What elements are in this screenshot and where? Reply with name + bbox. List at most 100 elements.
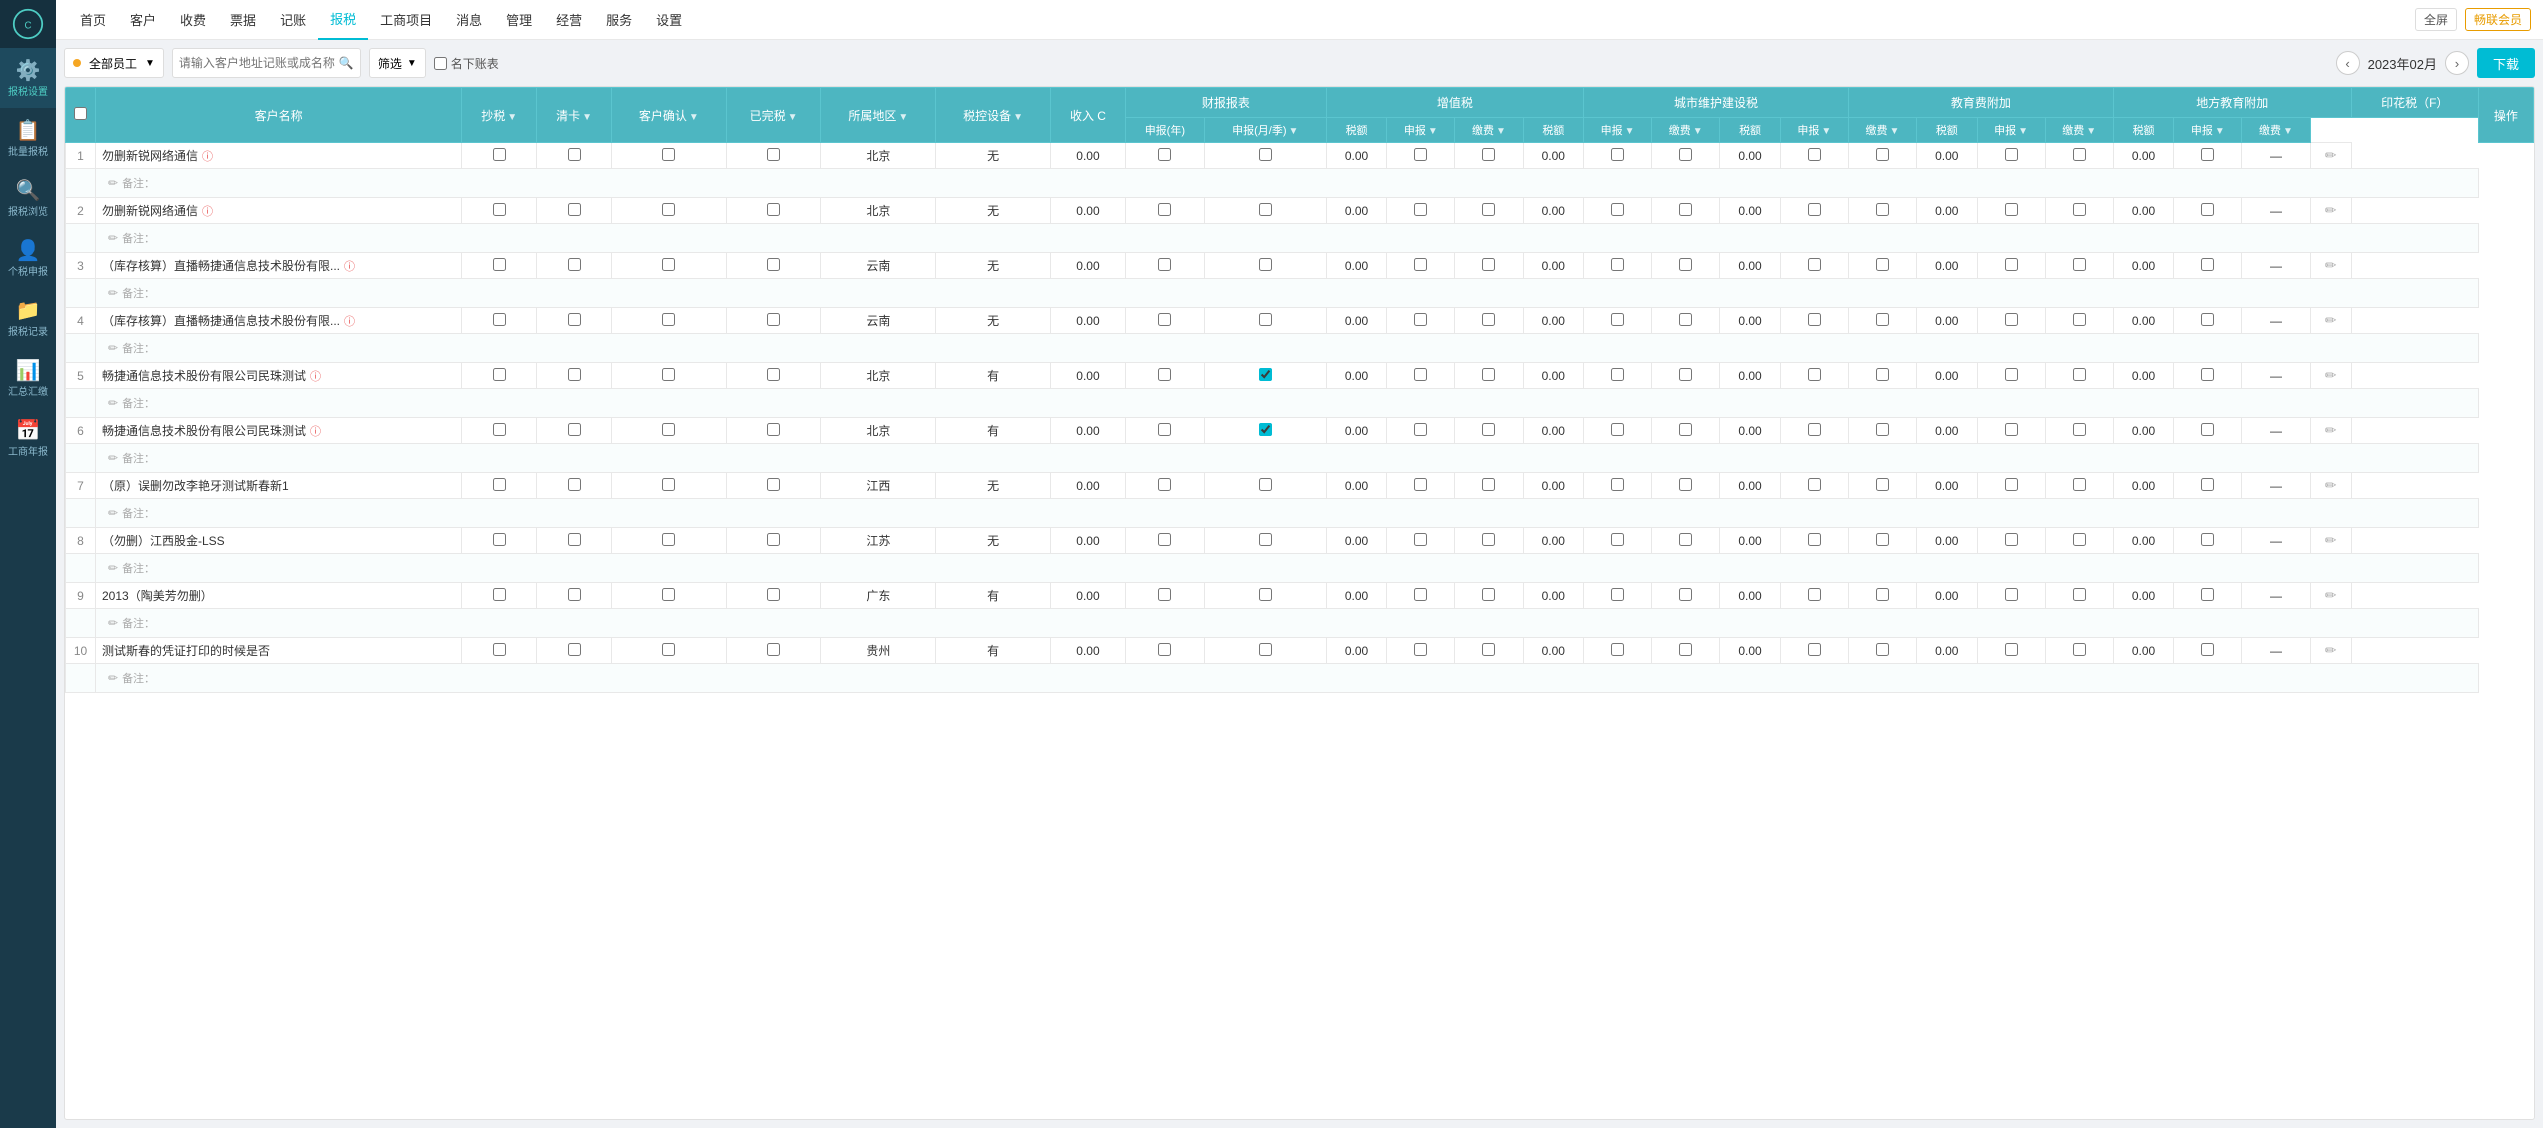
- edit-icon[interactable]: ✏: [2325, 312, 2337, 328]
- css-bd-checkbox[interactable]: [1611, 368, 1624, 381]
- cb-month-checkbox[interactable]: [1259, 533, 1272, 546]
- done-checkbox[interactable]: [767, 643, 780, 656]
- note-edit-icon[interactable]: ✏: [108, 286, 118, 300]
- nav-baoshui[interactable]: 报税: [318, 0, 368, 40]
- zzs-jf-checkbox[interactable]: [1482, 148, 1495, 161]
- css-jf-checkbox[interactable]: [1679, 478, 1692, 491]
- dfjy-bd-checkbox[interactable]: [2005, 643, 2018, 656]
- zzs-jf-checkbox[interactable]: [1482, 368, 1495, 381]
- filter-button[interactable]: 筛选 ▼: [369, 48, 426, 78]
- done-checkbox[interactable]: [767, 258, 780, 271]
- fullscreen-button[interactable]: 全屏: [2415, 8, 2457, 31]
- qingka-checkbox[interactable]: [568, 203, 581, 216]
- css-bd-checkbox[interactable]: [1611, 478, 1624, 491]
- css-bd-checkbox[interactable]: [1611, 258, 1624, 271]
- confirm-checkbox[interactable]: [662, 533, 675, 546]
- chaoshui-checkbox[interactable]: [493, 478, 506, 491]
- chaoshui-checkbox[interactable]: [493, 368, 506, 381]
- nav-gongshangxm[interactable]: 工商项目: [368, 0, 444, 40]
- jyf-jf-checkbox[interactable]: [1876, 478, 1889, 491]
- cb-month-checkbox[interactable]: [1259, 313, 1272, 326]
- cb-year-checkbox[interactable]: [1158, 588, 1171, 601]
- cb-month-checkbox[interactable]: [1259, 368, 1272, 381]
- sidebar-item-baoshuijl[interactable]: 📁 报税记录: [0, 288, 56, 348]
- zzs-bd-checkbox[interactable]: [1414, 643, 1427, 656]
- chaoshui-checkbox[interactable]: [493, 313, 506, 326]
- cb-year-checkbox[interactable]: [1158, 258, 1171, 271]
- confirm-checkbox[interactable]: [662, 423, 675, 436]
- jyf-bd-checkbox[interactable]: [1808, 423, 1821, 436]
- done-checkbox[interactable]: [767, 368, 780, 381]
- dfjy-bd-checkbox[interactable]: [2005, 313, 2018, 326]
- qingka-checkbox[interactable]: [568, 148, 581, 161]
- sidebar-item-baoshuilan[interactable]: 🔍 报税浏览: [0, 168, 56, 228]
- note-edit-icon[interactable]: ✏: [108, 231, 118, 245]
- mingxia-checkbox[interactable]: [434, 57, 447, 70]
- sidebar-item-huizonghz[interactable]: 📊 汇总汇缴: [0, 348, 56, 408]
- jyf-bd-checkbox[interactable]: [1808, 533, 1821, 546]
- dfjy-bd-checkbox[interactable]: [2005, 533, 2018, 546]
- jyf-bd-checkbox[interactable]: [1808, 588, 1821, 601]
- search-input[interactable]: [179, 56, 339, 70]
- nav-fuwu[interactable]: 服务: [594, 0, 644, 40]
- chaoshui-checkbox[interactable]: [493, 203, 506, 216]
- chaoshui-checkbox[interactable]: [493, 588, 506, 601]
- edit-icon[interactable]: ✏: [2325, 257, 2337, 273]
- cb-year-checkbox[interactable]: [1158, 533, 1171, 546]
- css-jf-checkbox[interactable]: [1679, 423, 1692, 436]
- cb-month-checkbox[interactable]: [1259, 643, 1272, 656]
- yhs-bd-checkbox[interactable]: [2201, 258, 2214, 271]
- dfjy-bd-checkbox[interactable]: [2005, 478, 2018, 491]
- zzs-jf-checkbox[interactable]: [1482, 643, 1495, 656]
- css-jf-checkbox[interactable]: [1679, 588, 1692, 601]
- cb-year-checkbox[interactable]: [1158, 368, 1171, 381]
- done-checkbox[interactable]: [767, 478, 780, 491]
- jyf-jf-checkbox[interactable]: [1876, 533, 1889, 546]
- css-bd-checkbox[interactable]: [1611, 533, 1624, 546]
- css-jf-checkbox[interactable]: [1679, 368, 1692, 381]
- css-bd-checkbox[interactable]: [1611, 423, 1624, 436]
- qingka-checkbox[interactable]: [568, 423, 581, 436]
- nav-shoufei[interactable]: 收费: [168, 0, 218, 40]
- jyf-jf-checkbox[interactable]: [1876, 313, 1889, 326]
- css-jf-checkbox[interactable]: [1679, 148, 1692, 161]
- download-button[interactable]: 下载: [2477, 48, 2535, 78]
- yhs-bd-checkbox[interactable]: [2201, 368, 2214, 381]
- zzs-jf-checkbox[interactable]: [1482, 478, 1495, 491]
- chaoshui-checkbox[interactable]: [493, 258, 506, 271]
- dfjy-bd-checkbox[interactable]: [2005, 423, 2018, 436]
- zzs-jf-checkbox[interactable]: [1482, 588, 1495, 601]
- yhs-bd-checkbox[interactable]: [2201, 423, 2214, 436]
- cb-month-checkbox[interactable]: [1259, 258, 1272, 271]
- cb-year-checkbox[interactable]: [1158, 643, 1171, 656]
- chaoshui-checkbox[interactable]: [493, 423, 506, 436]
- confirm-checkbox[interactable]: [662, 588, 675, 601]
- qingka-checkbox[interactable]: [568, 533, 581, 546]
- dfjy-jf-checkbox[interactable]: [2073, 423, 2086, 436]
- yhs-bd-checkbox[interactable]: [2201, 643, 2214, 656]
- done-checkbox[interactable]: [767, 588, 780, 601]
- cb-month-checkbox[interactable]: [1259, 588, 1272, 601]
- jyf-bd-checkbox[interactable]: [1808, 203, 1821, 216]
- next-month-button[interactable]: ›: [2445, 51, 2469, 75]
- cb-month-checkbox[interactable]: [1259, 148, 1272, 161]
- css-jf-checkbox[interactable]: [1679, 533, 1692, 546]
- zzs-bd-checkbox[interactable]: [1414, 148, 1427, 161]
- dfjy-jf-checkbox[interactable]: [2073, 533, 2086, 546]
- edit-icon[interactable]: ✏: [2325, 642, 2337, 658]
- dfjy-jf-checkbox[interactable]: [2073, 478, 2086, 491]
- confirm-checkbox[interactable]: [662, 203, 675, 216]
- qingka-checkbox[interactable]: [568, 643, 581, 656]
- vip-button[interactable]: 畅联会员: [2465, 8, 2531, 31]
- note-edit-icon[interactable]: ✏: [108, 176, 118, 190]
- jyf-bd-checkbox[interactable]: [1808, 478, 1821, 491]
- note-edit-icon[interactable]: ✏: [108, 451, 118, 465]
- qingka-checkbox[interactable]: [568, 258, 581, 271]
- done-checkbox[interactable]: [767, 423, 780, 436]
- confirm-checkbox[interactable]: [662, 478, 675, 491]
- select-all-checkbox[interactable]: [74, 107, 87, 120]
- zzs-jf-checkbox[interactable]: [1482, 313, 1495, 326]
- nav-shezhi[interactable]: 设置: [644, 0, 694, 40]
- note-edit-icon[interactable]: ✏: [108, 506, 118, 520]
- jyf-jf-checkbox[interactable]: [1876, 258, 1889, 271]
